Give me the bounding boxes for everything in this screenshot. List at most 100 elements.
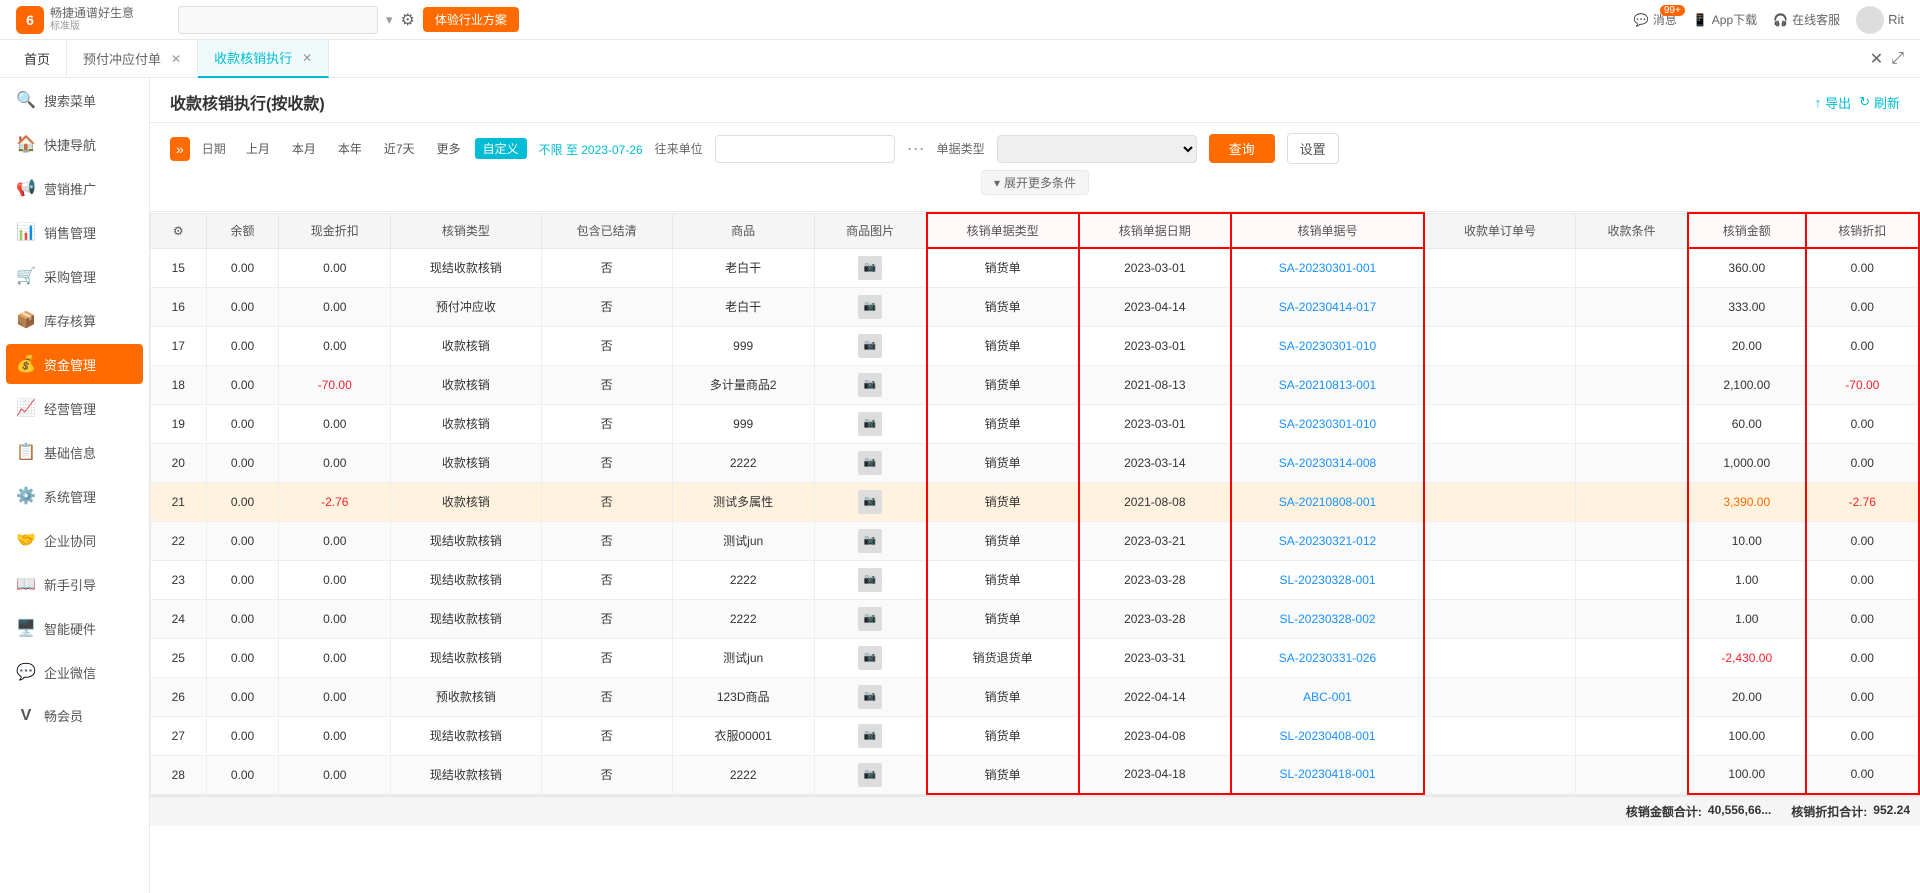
cell-bill-type: 销货单 (927, 521, 1079, 560)
col-included: 包含已结清 (541, 213, 672, 248)
date-7days[interactable]: 近7天 (376, 138, 423, 159)
cell-bill-date: 2023-03-01 (1079, 248, 1231, 287)
cell-type: 现结收款核销 (391, 638, 542, 677)
cell-bill-no[interactable]: SA-20230314-008 (1231, 443, 1424, 482)
sidebar-item-operation[interactable]: 📈 经营管理 (0, 386, 149, 430)
refresh-button[interactable]: ↻ 刷新 (1859, 93, 1900, 112)
cell-cash-discount: 0.00 (279, 443, 391, 482)
date-range: 不限 至 2023-07-26 (539, 141, 643, 158)
partner-input[interactable] (715, 135, 895, 163)
cell-id: 22 (151, 521, 207, 560)
cell-bill-no[interactable]: SA-20210813-001 (1231, 365, 1424, 404)
col-settings[interactable]: ⚙ (151, 213, 207, 248)
date-more[interactable]: 更多 (429, 138, 469, 159)
export-button[interactable]: ↑ 导出 (1815, 93, 1852, 112)
cell-bill-no[interactable]: SL-20230328-002 (1231, 599, 1424, 638)
main-layout: 🔍 搜索菜单 🏠 快捷导航 📢 营销推广 📊 销售管理 🛒 采购管理 📦 库存核… (0, 78, 1920, 893)
cell-type: 收款核销 (391, 443, 542, 482)
tab-prepay-close[interactable]: ✕ (171, 52, 181, 66)
expand-button[interactable]: ▾ 展开更多条件 (981, 170, 1089, 195)
message-icon: 💬 (1634, 13, 1649, 27)
sidebar-item-label: 智能硬件 (44, 619, 96, 638)
tab-receipt-close[interactable]: ✕ (302, 51, 312, 65)
cell-receipt-cond (1575, 248, 1687, 287)
col-goods: 商品 (672, 213, 814, 248)
sidebar-item-hardware[interactable]: 🖥️ 智能硬件 (0, 606, 149, 650)
sidebar-item-sales[interactable]: 📊 销售管理 (0, 210, 149, 254)
tab-home[interactable]: 首页 (8, 40, 67, 78)
collapse-btn[interactable]: » (170, 137, 190, 161)
cell-amount: -2,430.00 (1688, 638, 1806, 677)
sidebar-item-member[interactable]: V 畅会员 (0, 694, 149, 737)
cell-cash-discount: 0.00 (279, 404, 391, 443)
trial-button[interactable]: 体验行业方案 (423, 7, 519, 32)
cell-goods: 测试jun (672, 521, 814, 560)
cell-discount: 0.00 (1806, 248, 1919, 287)
cell-receipt-order (1424, 521, 1575, 560)
date-custom[interactable]: 自定义 (475, 138, 527, 159)
cell-bill-no[interactable]: SA-20230321-012 (1231, 521, 1424, 560)
cell-id: 23 (151, 560, 207, 599)
settings-button[interactable]: 设置 (1287, 133, 1339, 164)
cell-bill-no[interactable]: SA-20210808-001 (1231, 482, 1424, 521)
sidebar-item-marketing[interactable]: 📢 营销推广 (0, 166, 149, 210)
date-last-month[interactable]: 上月 (238, 138, 278, 159)
gear-icon[interactable]: ⚙ (401, 10, 415, 30)
cell-bill-no[interactable]: SL-20230418-001 (1231, 755, 1424, 794)
partner-dots[interactable]: ··· (907, 138, 925, 159)
online-service-button[interactable]: 🎧 在线客服 (1773, 11, 1840, 28)
cell-bill-no[interactable]: SA-20230414-017 (1231, 287, 1424, 326)
sidebar-item-guide[interactable]: 📖 新手引导 (0, 562, 149, 606)
cell-cash-discount: 0.00 (279, 677, 391, 716)
messages-button[interactable]: 💬 消息 99+ (1634, 11, 1677, 28)
cell-bill-no[interactable]: SL-20230328-001 (1231, 560, 1424, 599)
close-tab-icon[interactable]: ✕ (1870, 49, 1883, 69)
sidebar-item-wechat[interactable]: 💬 企业微信 (0, 650, 149, 694)
sidebar-item-basic[interactable]: 📋 基础信息 (0, 430, 149, 474)
col-bill-type: 核销单据类型 (927, 213, 1079, 248)
sidebar-item-purchase[interactable]: 🛒 采购管理 (0, 254, 149, 298)
guide-icon: 📖 (16, 574, 36, 594)
marketing-icon: 📢 (16, 178, 36, 198)
cell-bill-no[interactable]: SA-20230301-010 (1231, 404, 1424, 443)
sidebar-item-nav[interactable]: 🏠 快捷导航 (0, 122, 149, 166)
expand-tab-icon[interactable]: ⤢ (1891, 50, 1904, 68)
cell-receipt-order (1424, 248, 1575, 287)
cell-bill-date: 2022-04-14 (1079, 677, 1231, 716)
cell-bill-no[interactable]: SL-20230408-001 (1231, 716, 1424, 755)
user-menu[interactable]: Rit (1856, 6, 1904, 34)
cell-receipt-order (1424, 599, 1575, 638)
bill-type-select[interactable] (997, 135, 1197, 163)
cell-cash-discount: 0.00 (279, 248, 391, 287)
cell-goods: 老白干 (672, 287, 814, 326)
query-button[interactable]: 查询 (1209, 134, 1275, 163)
search-input[interactable] (178, 6, 378, 34)
tab-prepay[interactable]: 预付冲应付单 ✕ (67, 40, 198, 78)
tab-receipt[interactable]: 收款核销执行 ✕ (198, 40, 329, 78)
sidebar-item-system[interactable]: ⚙️ 系统管理 (0, 474, 149, 518)
col-goods-img: 商品图片 (814, 213, 926, 248)
date-this-month[interactable]: 本月 (284, 138, 324, 159)
cell-bill-no[interactable]: SA-20230301-001 (1231, 248, 1424, 287)
cell-id: 17 (151, 326, 207, 365)
app-download-button[interactable]: 📱 App下载 (1693, 11, 1757, 28)
sidebar-item-search[interactable]: 🔍 搜索菜单 (0, 78, 149, 122)
date-this-year[interactable]: 本年 (330, 138, 370, 159)
cell-type: 现结收款核销 (391, 248, 542, 287)
purchase-icon: 🛒 (16, 266, 36, 286)
cell-bill-no[interactable]: ABC-001 (1231, 677, 1424, 716)
cell-bill-no[interactable]: SA-20230301-010 (1231, 326, 1424, 365)
cell-cash-discount: 0.00 (279, 326, 391, 365)
dropdown-arrow-icon[interactable]: ▾ (386, 12, 393, 28)
cell-goods: 2222 (672, 560, 814, 599)
sidebar-item-inventory[interactable]: 📦 库存核算 (0, 298, 149, 342)
cell-included: 否 (541, 560, 672, 599)
sidebar-item-collab[interactable]: 🤝 企业协同 (0, 518, 149, 562)
cell-goods: 2222 (672, 599, 814, 638)
partner-label: 往来单位 (655, 140, 703, 157)
sidebar-item-finance[interactable]: 💰 资金管理 (6, 344, 143, 384)
cell-included: 否 (541, 521, 672, 560)
chevron-down-icon: ▾ (994, 176, 1000, 190)
cell-amount: 20.00 (1688, 677, 1806, 716)
cell-bill-no[interactable]: SA-20230331-026 (1231, 638, 1424, 677)
